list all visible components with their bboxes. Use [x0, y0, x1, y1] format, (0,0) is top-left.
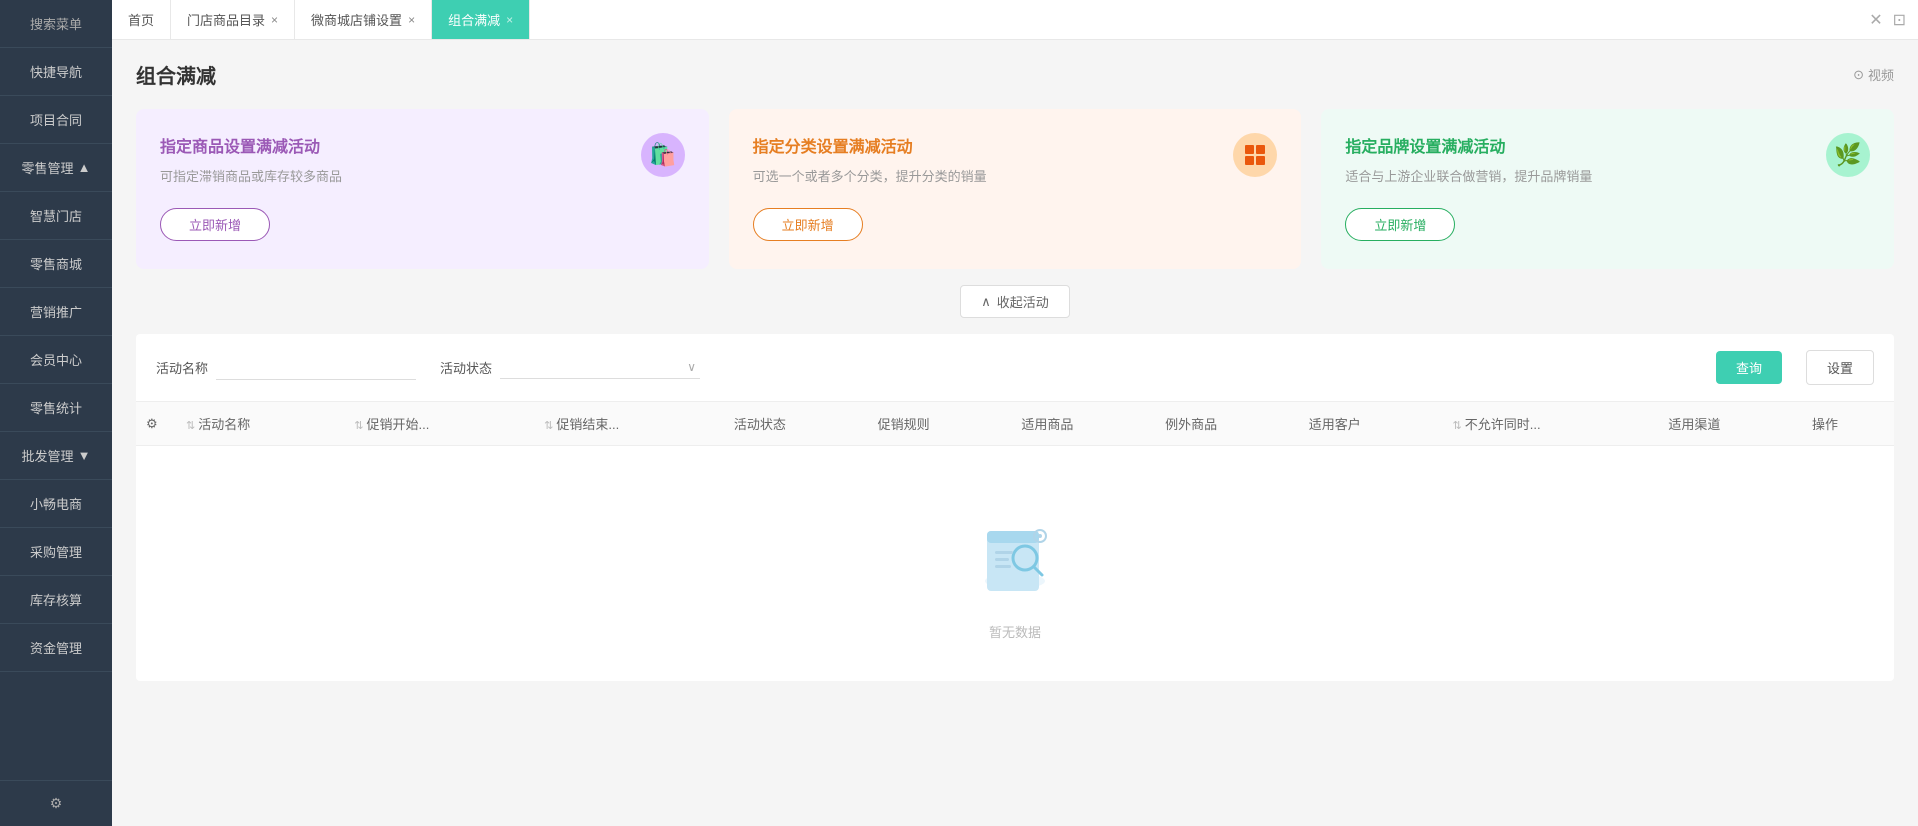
th-operation: 操作: [1802, 402, 1894, 446]
video-link[interactable]: ⊙ 视频: [1853, 65, 1894, 84]
tab-combo-discount[interactable]: 组合满减 ×: [432, 0, 530, 39]
empty-text: 暂无数据: [989, 622, 1041, 641]
card-category: 指定分类设置满减活动 可选一个或者多个分类，提升分类的销量 立即新增: [729, 109, 1302, 269]
collapse-activities-btn[interactable]: ∧ 收起活动: [960, 285, 1070, 318]
tab-store-catalog[interactable]: 门店商品目录 ×: [171, 0, 295, 39]
main-area: 首页 门店商品目录 × 微商城店铺设置 × 组合满减 × ✕ ⊡ 组合满减 ⊙ …: [112, 0, 1918, 826]
card-category-title: 指定分类设置满减活动: [753, 133, 1278, 157]
activity-status-select[interactable]: ∨: [500, 356, 700, 379]
window-close-icon[interactable]: ✕: [1869, 10, 1882, 30]
chevron-up-icon: ∧: [981, 294, 991, 310]
filter-activity-name-label: 活动名称: [156, 358, 208, 377]
collapse-bar: ∧ 收起活动: [136, 285, 1894, 318]
card-product-desc: 可指定滞销商品或库存较多商品: [160, 167, 685, 188]
sidebar-item-inventory-calc[interactable]: 库存核算: [0, 576, 112, 624]
th-promo-start[interactable]: 促销开始...: [344, 402, 534, 446]
tab-close-combo-discount[interactable]: ×: [506, 13, 513, 27]
page-title: 组合满减: [136, 60, 216, 89]
card-product: 🛍️ 指定商品设置满减活动 可指定滞销商品或库存较多商品 立即新增: [136, 109, 709, 269]
play-circle-icon: ⊙: [1853, 67, 1864, 83]
empty-state: 暂无数据: [136, 446, 1894, 681]
filter-activity-status-label: 活动状态: [440, 358, 492, 377]
sidebar-item-fund-mgmt[interactable]: 资金管理: [0, 624, 112, 672]
query-btn[interactable]: 查询: [1716, 351, 1782, 384]
sidebar-item-quick-nav[interactable]: 快捷导航: [0, 48, 112, 96]
th-promo-rule: 促销规则: [868, 402, 1012, 446]
sidebar-item-member-center[interactable]: 会员中心: [0, 336, 112, 384]
sidebar-item-wholesale-mgmt[interactable]: 批发管理 ▼: [0, 432, 112, 480]
gear-icon: ⚙: [50, 795, 63, 811]
tab-close-wechat-shop[interactable]: ×: [408, 13, 415, 27]
card-brand-add-btn[interactable]: 立即新增: [1345, 208, 1455, 241]
sidebar-item-purchase-mgmt[interactable]: 采购管理: [0, 528, 112, 576]
tab-close-store-catalog[interactable]: ×: [271, 13, 278, 27]
filter-activity-status: 活动状态 ∨: [440, 356, 700, 379]
tab-wechat-shop[interactable]: 微商城店铺设置 ×: [295, 0, 432, 39]
table-body: 暂无数据: [136, 446, 1894, 682]
sidebar-item-retail-stats[interactable]: 零售统计: [0, 384, 112, 432]
card-brand-icon: 🌿: [1826, 133, 1870, 177]
card-brand-title: 指定品牌设置满减活动: [1345, 133, 1870, 157]
window-controls: ✕ ⊡: [1857, 10, 1918, 30]
sidebar-item-xiaochangec[interactable]: 小畅电商: [0, 480, 112, 528]
card-product-title: 指定商品设置满减活动: [160, 133, 685, 157]
chevron-down-icon: ∨: [687, 360, 696, 374]
activities-table: ⚙ 活动名称 促销开始... 促销结束... 活动状态 促销规则 适用商品 例外…: [136, 402, 1894, 681]
card-category-desc: 可选一个或者多个分类，提升分类的销量: [753, 167, 1278, 188]
th-promo-end[interactable]: 促销结束...: [534, 402, 724, 446]
filter-activity-name: 活动名称: [156, 356, 416, 380]
filter-bar: 活动名称 活动状态 ∨ 查询 设置: [136, 334, 1894, 402]
th-activity-status: 活动状态: [724, 402, 868, 446]
th-no-concurrent[interactable]: 不允许同时...: [1443, 402, 1659, 446]
sidebar-settings-btn[interactable]: ⚙: [0, 780, 112, 826]
tab-bar: 首页 门店商品目录 × 微商城店铺设置 × 组合满减 × ✕ ⊡: [112, 0, 1918, 40]
th-applicable-customer: 适用客户: [1299, 402, 1443, 446]
th-exception-goods: 例外商品: [1155, 402, 1299, 446]
sidebar: 搜索菜单 快捷导航 项目合同 零售管理 ▲ 智慧门店 零售商城 营销推广 会员中…: [0, 0, 112, 826]
th-applicable-channel: 适用渠道: [1658, 402, 1802, 446]
page-header: 组合满减 ⊙ 视频: [136, 60, 1894, 89]
th-activity-name[interactable]: 活动名称: [176, 402, 344, 446]
page-content: 组合满减 ⊙ 视频 🛍️ 指定商品设置满减活动 可指定滞销商品或库存较多商品 立…: [112, 40, 1918, 826]
table-container: ⚙ 活动名称 促销开始... 促销结束... 活动状态 促销规则 适用商品 例外…: [136, 402, 1894, 681]
window-maximize-icon[interactable]: ⊡: [1893, 10, 1906, 30]
sidebar-item-retail-mall[interactable]: 零售商城: [0, 240, 112, 288]
th-applicable-goods: 适用商品: [1011, 402, 1155, 446]
setting-btn[interactable]: 设置: [1806, 350, 1874, 385]
table-header: ⚙ 活动名称 促销开始... 促销结束... 活动状态 促销规则 适用商品 例外…: [136, 402, 1894, 446]
card-brand: 🌿 指定品牌设置满减活动 适合与上游企业联合做营销，提升品牌销量 立即新增: [1321, 109, 1894, 269]
sidebar-item-project-contract[interactable]: 项目合同: [0, 96, 112, 144]
tab-home[interactable]: 首页: [112, 0, 171, 39]
sidebar-item-smart-store[interactable]: 智慧门店: [0, 192, 112, 240]
activity-name-input[interactable]: [216, 356, 416, 380]
chevron-up-icon: ▲: [78, 160, 91, 175]
card-product-add-btn[interactable]: 立即新增: [160, 208, 270, 241]
sidebar-item-retail-mgmt[interactable]: 零售管理 ▲: [0, 144, 112, 192]
th-gear[interactable]: ⚙: [136, 402, 176, 446]
card-product-icon: 🛍️: [641, 133, 685, 177]
cards-row: 🛍️ 指定商品设置满减活动 可指定滞销商品或库存较多商品 立即新增 指定分类设置…: [136, 109, 1894, 269]
chevron-down-icon: ▼: [78, 448, 91, 463]
empty-illustration: [965, 506, 1065, 606]
card-category-add-btn[interactable]: 立即新增: [753, 208, 863, 241]
gear-icon: ⚙: [146, 416, 158, 431]
sidebar-item-marketing[interactable]: 营销推广: [0, 288, 112, 336]
sidebar-search[interactable]: 搜索菜单: [0, 0, 112, 48]
card-brand-desc: 适合与上游企业联合做营销，提升品牌销量: [1345, 167, 1870, 188]
